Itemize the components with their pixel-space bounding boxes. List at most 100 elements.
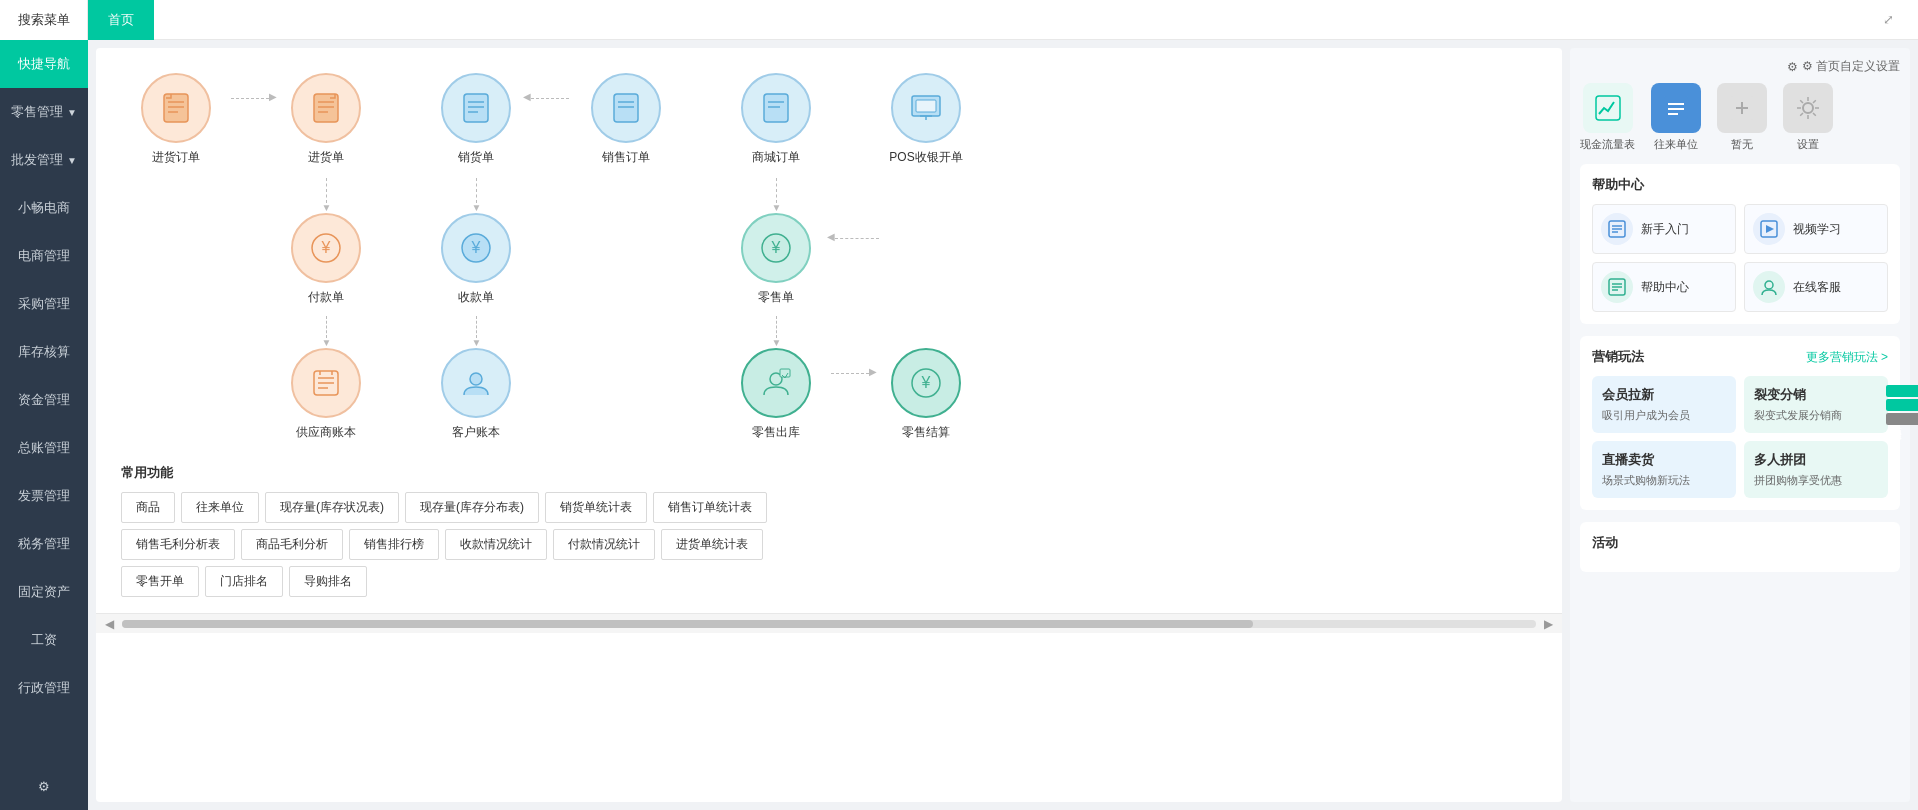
func-buttons-row2: 销售毛利分析表 商品毛利分析 销售排行榜 收款情况统计 付款情况统计 进货单统计…	[121, 529, 1537, 560]
mall-order-icon[interactable]	[741, 73, 811, 143]
right-panel: ⚙ ⚙ 首页自定义设置 现金流量表 往来单位	[1570, 48, 1910, 802]
svg-rect-12	[614, 94, 638, 122]
retail-out-icon[interactable]	[741, 348, 811, 418]
func-buttons-row1: 商品 往来单位 现存量(库存状况表) 现存量(库存分布表) 销货单统计表 销售订…	[121, 492, 1537, 523]
float-buttons: 客服热线 服务社区 桌面快捷	[1886, 385, 1918, 425]
func-btn-contacts[interactable]: 往来单位	[181, 492, 259, 523]
sales-bill-icon[interactable]	[441, 73, 511, 143]
marketing-item-group[interactable]: 多人拼团 拼团购物享受优惠	[1744, 441, 1888, 498]
sidebar-item-retail[interactable]: 零售管理 ▼	[0, 88, 88, 136]
func-btn-receipt-stat[interactable]: 收款情况统计	[445, 529, 547, 560]
common-func-section: 常用功能 商品 往来单位 现存量(库存状况表) 现存量(库存分布表) 销货单统计…	[96, 454, 1562, 613]
retail-out-label: 零售出库	[752, 424, 800, 441]
help-item-video[interactable]: 视频学习	[1744, 204, 1888, 254]
sidebar-item-tax[interactable]: 税务管理	[0, 520, 88, 568]
sidebar-item-quick-nav[interactable]: 快捷导航	[0, 40, 88, 88]
quick-icon-settings[interactable]: 设置	[1783, 83, 1833, 152]
sidebar-item-salary[interactable]: 工资	[0, 616, 88, 664]
sales-order-icon[interactable]	[591, 73, 661, 143]
func-btn-purchase-stat[interactable]: 进货单统计表	[661, 529, 763, 560]
receipt-icon[interactable]: ¥	[441, 213, 511, 283]
main-panel: 进货订单 ▶ 进货单	[96, 48, 1562, 802]
marketing-title: 营销玩法	[1592, 348, 1644, 366]
customize-settings-button[interactable]: ⚙ ⚙ 首页自定义设置	[1580, 58, 1900, 75]
marketing-item-live[interactable]: 直播卖货 场景式购物新玩法	[1592, 441, 1736, 498]
quick-icon-none[interactable]: 暂无	[1717, 83, 1767, 152]
sidebar-bottom: ⚙	[0, 762, 88, 810]
purchase-order-label: 进货订单	[152, 149, 200, 166]
func-btn-guide-rank[interactable]: 导购排名	[289, 566, 367, 597]
group-desc: 拼团购物享受优惠	[1754, 473, 1878, 488]
svg-point-34	[470, 373, 482, 385]
marketing-item-member[interactable]: 会员拉新 吸引用户成为会员	[1592, 376, 1736, 433]
scroll-left-arrow[interactable]: ◀	[101, 617, 118, 631]
scroll-thumb[interactable]	[122, 620, 1253, 628]
sidebar-item-finance[interactable]: 资金管理	[0, 376, 88, 424]
func-btn-payment-stat[interactable]: 付款情况统计	[553, 529, 655, 560]
func-btn-stock2[interactable]: 现存量(库存分布表)	[405, 492, 539, 523]
retail-label: 零售单	[758, 289, 794, 306]
purchase-bill-icon[interactable]	[291, 73, 361, 143]
svg-point-47	[1803, 103, 1813, 113]
home-tab[interactable]: 首页	[88, 0, 154, 40]
sidebar-item-ecommerce-small[interactable]: 小畅电商	[0, 184, 88, 232]
sidebar-item-inventory[interactable]: 库存核算	[0, 328, 88, 376]
help-title: 帮助中心	[1592, 176, 1888, 194]
gear-icon[interactable]: ⚙	[0, 762, 88, 810]
func-btn-retail-order[interactable]: 零售开单	[121, 566, 199, 597]
marketing-item-fission[interactable]: 裂变分销 裂变式发展分销商	[1744, 376, 1888, 433]
supplier-icon[interactable]	[291, 348, 361, 418]
retail-settle-label: 零售结算	[902, 424, 950, 441]
top-bar-right: ⤢	[1878, 10, 1918, 30]
func-btn-sales-stat[interactable]: 销货单统计表	[545, 492, 647, 523]
sidebar-item-ecommerce[interactable]: 电商管理	[0, 232, 88, 280]
retail-icon[interactable]: ¥	[741, 213, 811, 283]
help-item-beginner[interactable]: 新手入门	[1592, 204, 1736, 254]
payment-icon[interactable]: ¥	[291, 213, 361, 283]
func-btn-goods[interactable]: 商品	[121, 492, 175, 523]
float-btn-community[interactable]: 服务社区	[1886, 399, 1918, 411]
search-menu-button[interactable]: 搜索菜单	[0, 0, 88, 40]
sidebar-item-admin[interactable]: 行政管理	[0, 664, 88, 712]
func-btn-gross-profit[interactable]: 销售毛利分析表	[121, 529, 235, 560]
float-btn-service[interactable]: 客服热线	[1886, 385, 1918, 397]
sidebar-item-ledger[interactable]: 总账管理	[0, 424, 88, 472]
sidebar: 快捷导航 零售管理 ▼ 批发管理 ▼ 小畅电商 电商管理 采购管理 库存核算 资…	[0, 40, 88, 810]
sidebar-item-fixed-assets[interactable]: 固定资产	[0, 568, 88, 616]
activity-title: 活动	[1592, 534, 1888, 552]
func-btn-goods-profit[interactable]: 商品毛利分析	[241, 529, 343, 560]
func-btn-sales-order-stat[interactable]: 销售订单统计表	[653, 492, 767, 523]
svg-text:¥: ¥	[771, 239, 781, 256]
retail-settle-icon[interactable]: ¥	[891, 348, 961, 418]
fission-title: 裂变分销	[1754, 386, 1878, 404]
sidebar-item-invoice[interactable]: 发票管理	[0, 472, 88, 520]
sidebar-item-purchase[interactable]: 采购管理	[0, 280, 88, 328]
content-area: 进货订单 ▶ 进货单	[88, 40, 1918, 810]
quick-icon-cashflow[interactable]: 现金流量表	[1580, 83, 1635, 152]
help-item-helpcenter[interactable]: 帮助中心	[1592, 262, 1736, 312]
func-btn-stock1[interactable]: 现存量(库存状况表)	[265, 492, 399, 523]
chevron-down-icon: ▼	[67, 155, 77, 166]
sidebar-item-wholesale[interactable]: 批发管理 ▼	[0, 136, 88, 184]
customer-icon[interactable]	[441, 348, 511, 418]
float-btn-desktop[interactable]: 桌面快捷	[1886, 413, 1918, 425]
purchase-order-icon[interactable]	[141, 73, 211, 143]
expand-icon[interactable]: ⤢	[1878, 10, 1898, 30]
contacts-label: 往来单位	[1654, 137, 1698, 152]
marketing-header: 营销玩法 更多营销玩法 >	[1592, 348, 1888, 366]
scroll-track[interactable]	[122, 620, 1536, 628]
quick-icon-contacts[interactable]: 往来单位	[1651, 83, 1701, 152]
func-btn-store-rank[interactable]: 门店排名	[205, 566, 283, 597]
pos-label: POS收银开单	[889, 149, 962, 166]
marketing-more-button[interactable]: 更多营销玩法 >	[1806, 349, 1888, 366]
svg-rect-8	[464, 94, 488, 122]
main-layout: 快捷导航 零售管理 ▼ 批发管理 ▼ 小畅电商 电商管理 采购管理 库存核算 资…	[0, 40, 1918, 810]
payment-label: 付款单	[308, 289, 344, 306]
func-btn-sales-rank[interactable]: 销售排行榜	[349, 529, 439, 560]
help-item-online-service[interactable]: 在线客服	[1744, 262, 1888, 312]
online-service-icon	[1753, 271, 1785, 303]
scroll-bar: ◀ ▶	[96, 613, 1562, 633]
marketing-grid: 会员拉新 吸引用户成为会员 裂变分销 裂变式发展分销商 直播卖货 场景式购物新玩…	[1592, 376, 1888, 498]
pos-icon[interactable]	[891, 73, 961, 143]
scroll-right-arrow[interactable]: ▶	[1540, 617, 1557, 631]
